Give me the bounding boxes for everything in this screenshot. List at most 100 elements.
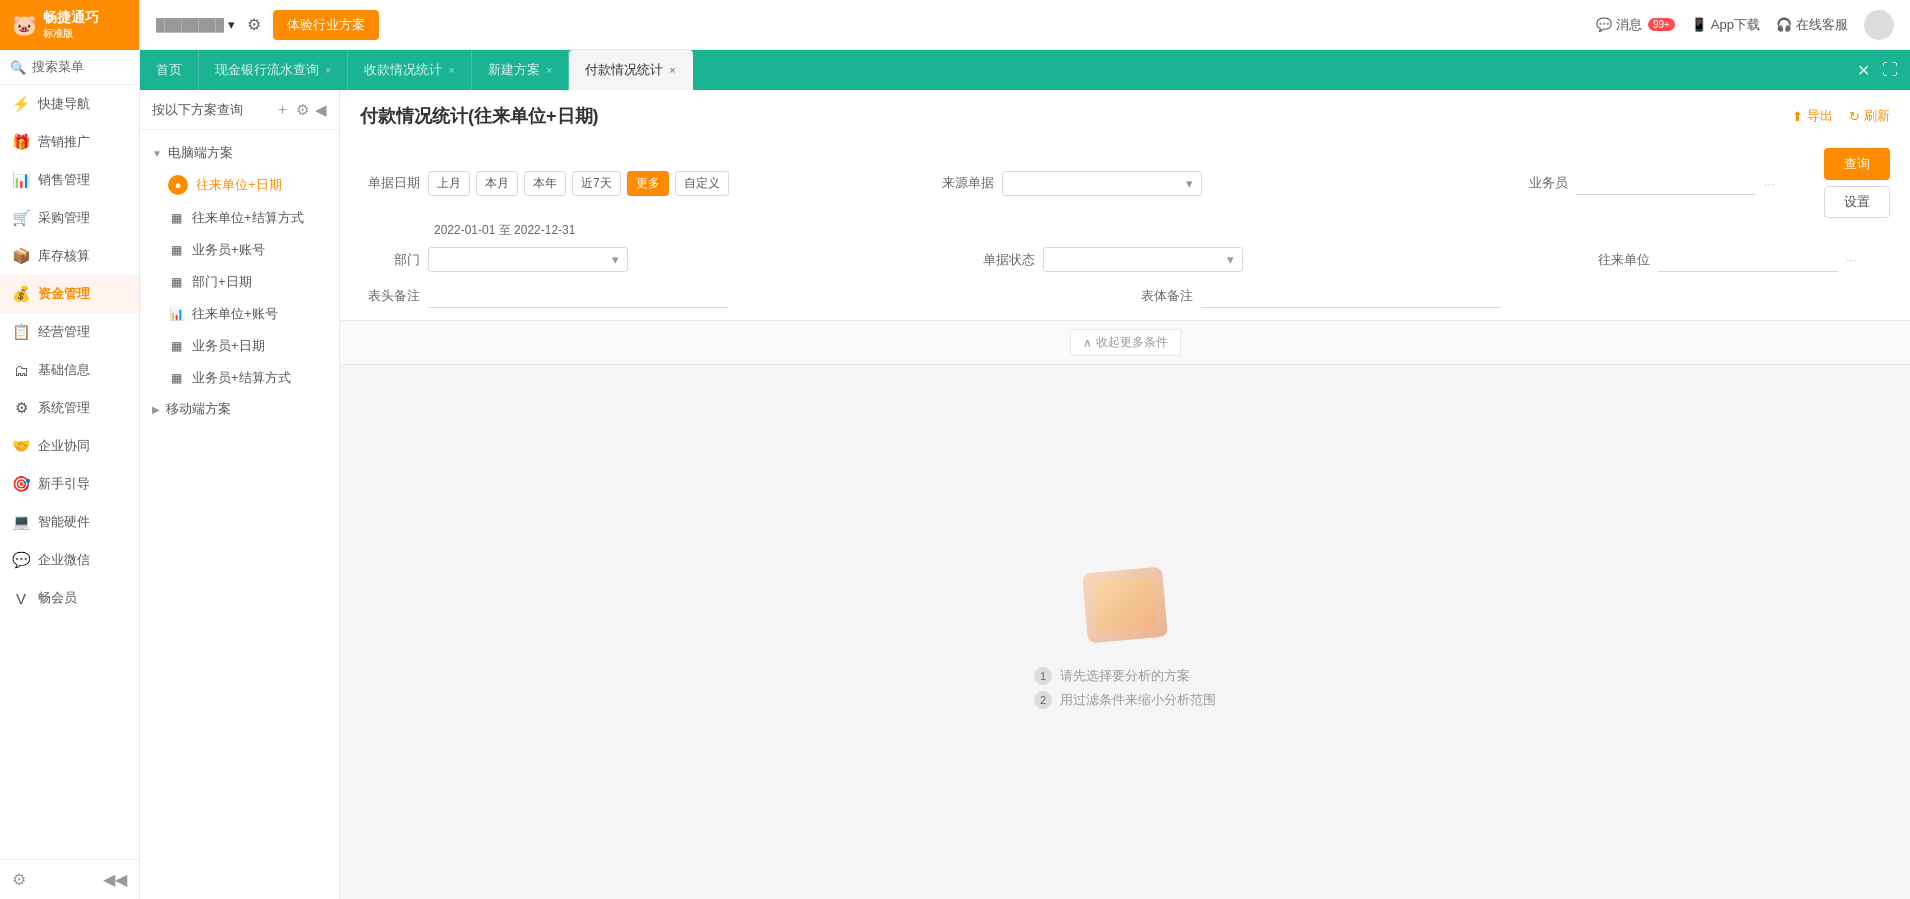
marketing-icon: 🎁 (12, 133, 30, 151)
app-name: 畅捷通巧 (43, 9, 99, 27)
scheme-group-desktop[interactable]: ▼ 电脑端方案 (140, 138, 339, 168)
sidebar-item-wechat[interactable]: 💬 企业微信 (0, 541, 139, 579)
scheme-settings-icon[interactable]: ⚙ (296, 101, 309, 119)
capital-icon: 💰 (12, 285, 30, 303)
scheme-item-icon: 📊 (168, 306, 184, 322)
scheme-item-icon: ▦ (168, 210, 184, 226)
date-btns-group: 上月 本月 本年 近7天 更多 自定义 (428, 171, 729, 196)
source-select-arrow: ▾ (1186, 176, 1193, 191)
sidebar-item-inventory[interactable]: 📦 库存核算 (0, 237, 139, 275)
scheme-panel: 按以下方案查询 ＋ ⚙ ◀ ▼ 电脑端方案 ● 往来单位+日期 ▦ (140, 90, 340, 899)
topbar-company-select[interactable]: ████████ ▾ (156, 17, 235, 32)
online-service-btn[interactable]: 🎧 在线客服 (1776, 16, 1848, 34)
scheme-item-icon: ▦ (168, 242, 184, 258)
date-btn-more[interactable]: 更多 (627, 171, 669, 196)
filter-row-1: 单据日期 上月 本月 本年 近7天 更多 自定义 来源单据 (360, 148, 1890, 218)
sidebar-item-purchase[interactable]: 🛒 采购管理 (0, 199, 139, 237)
source-select[interactable]: ▾ (1002, 171, 1202, 196)
header-remark-label: 表头备注 (360, 287, 420, 305)
scheme-item-staff-account[interactable]: ▦ 业务员+账号 (140, 234, 339, 266)
body-remark-input[interactable] (1201, 284, 1501, 308)
date-btn-last-month[interactable]: 上月 (428, 171, 470, 196)
date-btn-this-month[interactable]: 本月 (476, 171, 518, 196)
sidebar-item-label: 系统管理 (38, 399, 90, 417)
sidebar-item-capital[interactable]: 💰 资金管理 (0, 275, 139, 313)
sidebar-item-operation[interactable]: 📋 经营管理 (0, 313, 139, 351)
trial-btn[interactable]: 体验行业方案 (273, 10, 379, 40)
sidebar-item-hardware[interactable]: 💻 智能硬件 (0, 503, 139, 541)
tab-cashflow-close[interactable]: × (325, 64, 331, 76)
scheme-add-icon[interactable]: ＋ (275, 100, 290, 119)
export-btn[interactable]: ⬆ 导出 (1792, 107, 1833, 125)
date-btn-custom[interactable]: 自定义 (675, 171, 729, 196)
main-area: ████████ ▾ ⚙ 体验行业方案 💬 消息 99+ 📱 App下载 🎧 在… (140, 0, 1910, 899)
scheme-item-staff-date[interactable]: ▦ 业务员+日期 (140, 330, 339, 362)
app-download-label: App下载 (1711, 16, 1760, 34)
tab-expand-icon[interactable]: ⛶ (1882, 61, 1898, 79)
query-btn[interactable]: 查询 (1824, 148, 1890, 180)
sidebar-item-label: 销售管理 (38, 171, 90, 189)
collapse-sidebar-icon[interactable]: ◀◀ (103, 870, 127, 889)
group-arrow-icon: ▼ (152, 148, 162, 159)
user-avatar[interactable] (1864, 10, 1894, 40)
sales-icon: 📊 (12, 171, 30, 189)
collapse-btn[interactable]: ∧ 收起更多条件 (1070, 329, 1181, 356)
date-range-display: 2022-01-01 至 2022-12-31 (428, 222, 1890, 239)
sidebar-item-label: 资金管理 (38, 285, 90, 303)
scheme-item-icon: ▦ (168, 370, 184, 386)
staff-input[interactable] (1576, 171, 1756, 195)
header-remark-input[interactable] (428, 284, 728, 308)
sidebar-item-enterprise[interactable]: 🤝 企业协同 (0, 427, 139, 465)
tab-new-scheme[interactable]: 新建方案 × (472, 50, 569, 90)
partner-ellipsis[interactable]: ··· (1846, 252, 1857, 267)
filter-col-staff: 业务员 ··· (1508, 171, 1808, 195)
app-download-btn[interactable]: 📱 App下载 (1691, 16, 1760, 34)
sidebar-item-quick-nav[interactable]: ⚡ 快捷导航 (0, 85, 139, 123)
scheme-item-unit-date[interactable]: ● 往来单位+日期 (140, 168, 339, 202)
date-btn-last-7-days[interactable]: 近7天 (572, 171, 621, 196)
partner-input[interactable] (1658, 248, 1838, 272)
scheme-group-mobile[interactable]: ▶ 移动端方案 (140, 394, 339, 424)
refresh-btn[interactable]: ↻ 刷新 (1849, 107, 1890, 125)
hardware-icon: 💻 (12, 513, 30, 531)
settings-btn[interactable]: 设置 (1824, 186, 1890, 218)
sidebar-item-marketing[interactable]: 🎁 营销推广 (0, 123, 139, 161)
messages-btn[interactable]: 💬 消息 99+ (1596, 16, 1675, 34)
filter-area: 付款情况统计(往来单位+日期) ⬆ 导出 ↻ 刷新 单 (340, 90, 1910, 899)
date-btn-this-year[interactable]: 本年 (524, 171, 566, 196)
scheme-item-unit-settlement[interactable]: ▦ 往来单位+结算方式 (140, 202, 339, 234)
tab-cashflow[interactable]: 现金银行流水查询 × (199, 50, 348, 90)
sidebar-item-guide[interactable]: 🎯 新手引导 (0, 465, 139, 503)
filter-header: 付款情况统计(往来单位+日期) ⬆ 导出 ↻ 刷新 (340, 90, 1910, 136)
sidebar-item-member[interactable]: V 畅会员 (0, 579, 139, 617)
sidebar-item-sales[interactable]: 📊 销售管理 (0, 161, 139, 199)
doc-status-select[interactable]: ▾ (1043, 247, 1243, 272)
sidebar-item-basic-info[interactable]: 🗂 基础信息 (0, 351, 139, 389)
dept-select[interactable]: ▾ (428, 247, 628, 272)
scheme-collapse-icon[interactable]: ◀ (315, 101, 327, 119)
tab-collection-close[interactable]: × (448, 64, 454, 76)
filter-col-body-remark: 表体备注 (1133, 284, 1890, 308)
tab-payment-stats[interactable]: 付款情况统计 × (569, 50, 692, 90)
tab-home[interactable]: 首页 (140, 50, 199, 90)
enterprise-icon: 🤝 (12, 437, 30, 455)
tab-collection[interactable]: 收款情况统计 × (348, 50, 471, 90)
topbar-gear-icon[interactable]: ⚙ (247, 15, 261, 34)
tab-close-all-icon[interactable]: ✕ (1857, 61, 1870, 80)
scheme-item-staff-settlement[interactable]: ▦ 业务员+结算方式 (140, 362, 339, 394)
sidebar-item-label: 企业协同 (38, 437, 90, 455)
scheme-item-dept-date[interactable]: ▦ 部门+日期 (140, 266, 339, 298)
group-arrow-icon: ▶ (152, 404, 160, 415)
filter-col-source: 来源单据 ▾ (934, 171, 1492, 196)
sidebar-search[interactable]: 🔍 搜索菜单 (0, 50, 139, 85)
tab-payment-stats-close[interactable]: × (669, 64, 675, 76)
scheme-item-unit-account[interactable]: 📊 往来单位+账号 (140, 298, 339, 330)
tab-new-scheme-close[interactable]: × (546, 64, 552, 76)
scheme-item-icon: ▦ (168, 274, 184, 290)
settings-bottom-icon[interactable]: ⚙ (12, 870, 26, 889)
staff-ellipsis[interactable]: ··· (1764, 176, 1775, 191)
chevron-down-icon: ▾ (228, 17, 235, 32)
hint-num-1: 1 (1034, 667, 1052, 685)
active-indicator: ● (168, 175, 188, 195)
sidebar-item-system[interactable]: ⚙ 系统管理 (0, 389, 139, 427)
